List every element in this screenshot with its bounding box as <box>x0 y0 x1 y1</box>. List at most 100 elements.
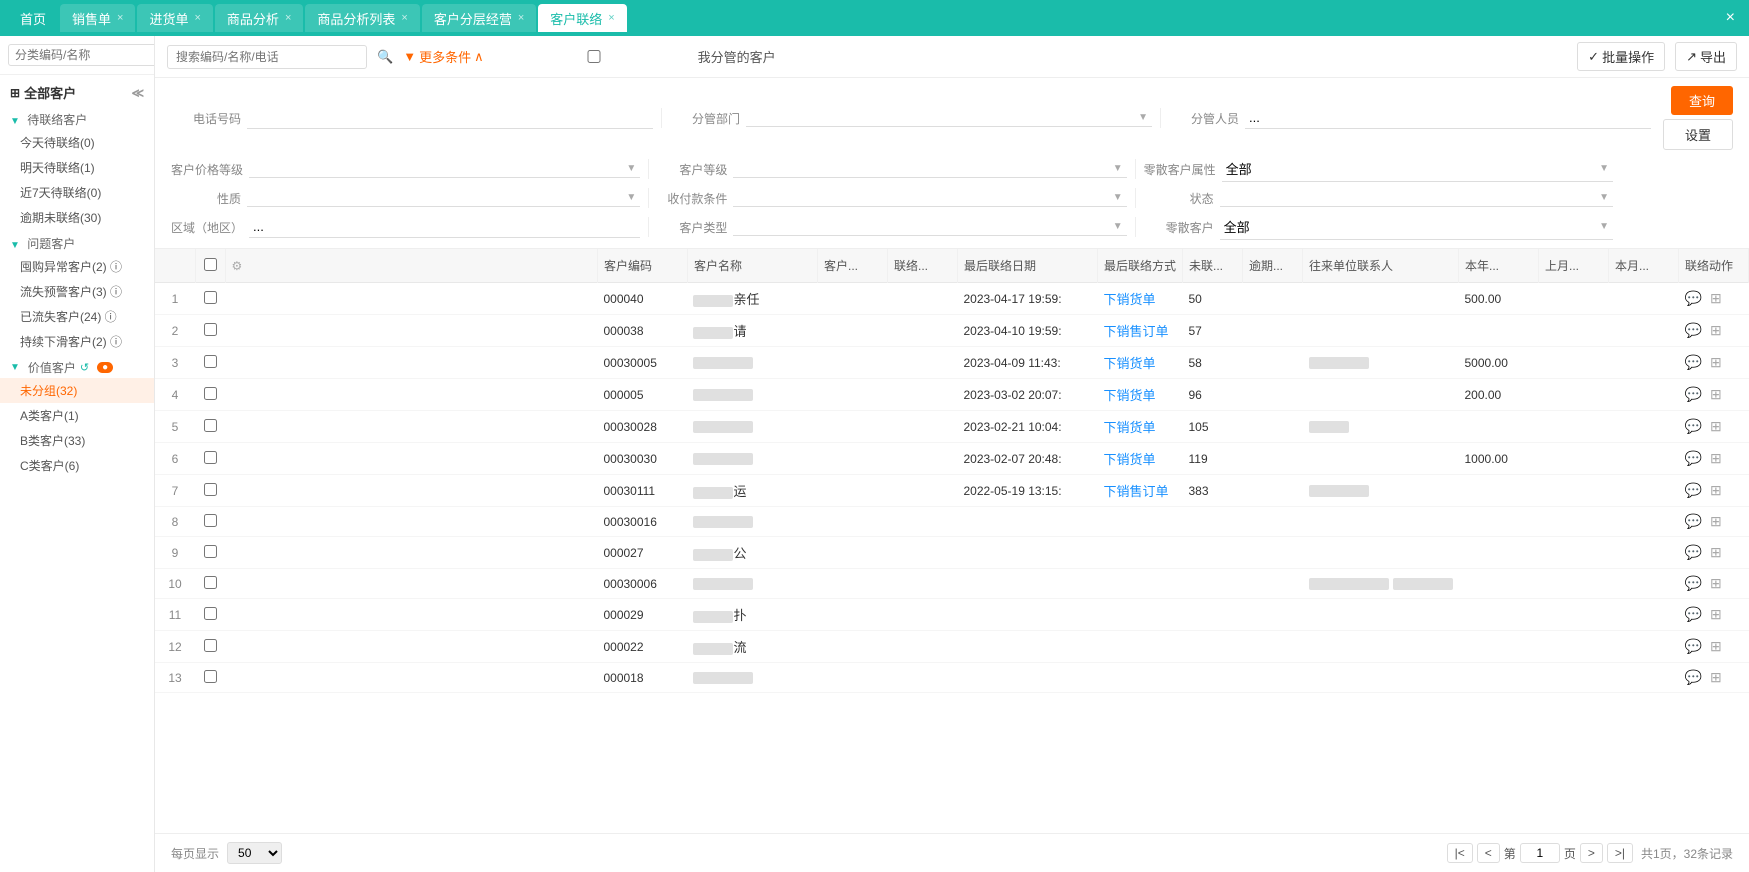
filter-phone-input[interactable] <box>247 108 653 129</box>
filter-region-select[interactable]: ... <box>249 216 640 238</box>
close-analysis-icon[interactable]: × <box>285 12 291 24</box>
col-name-header[interactable]: 客户名称 <box>687 249 817 283</box>
sidebar-item-today[interactable]: 今天待联络(0) <box>0 130 154 155</box>
grid-action-icon[interactable]: ⊞ <box>1710 482 1722 499</box>
tab-analysis-list[interactable]: 商品分析列表 × <box>305 4 419 32</box>
row-last-method-link[interactable]: 下销货单 <box>1103 292 1155 307</box>
filter-dept-select[interactable]: ▼ <box>746 109 1152 127</box>
filter-nature-select[interactable]: ▼ <box>247 189 640 207</box>
sidebar-search-input[interactable] <box>8 44 155 66</box>
grid-action-icon[interactable]: ⊞ <box>1710 450 1722 467</box>
grid-action-icon[interactable]: ⊞ <box>1710 575 1722 592</box>
tab-customer-segment[interactable]: 客户分层经营 × <box>422 4 536 32</box>
chat-icon[interactable]: 💬 <box>1685 322 1702 339</box>
col-method-header[interactable]: 最后联络方式 <box>1097 249 1182 283</box>
sidebar-item-b-class[interactable]: B类客户(33) <box>0 428 154 453</box>
chat-icon[interactable]: 💬 <box>1685 450 1702 467</box>
grid-action-icon[interactable]: ⊞ <box>1710 322 1722 339</box>
chat-icon[interactable]: 💬 <box>1685 513 1702 530</box>
sidebar-item-c-class[interactable]: C类客户(6) <box>0 453 154 478</box>
my-customers-checkbox[interactable] <box>494 50 694 63</box>
sidebar-item-declining[interactable]: 持续下滑客户(2) ⓘ <box>0 329 154 354</box>
sidebar-item-lostwarning[interactable]: 流失预警客户(3) ⓘ <box>0 279 154 304</box>
filter-price-grade-select[interactable]: ▼ <box>249 160 640 178</box>
sidebar-item-lost[interactable]: 已流失客户(24) ⓘ <box>0 304 154 329</box>
tab-purchase[interactable]: 进货单 × <box>137 4 212 32</box>
chat-icon[interactable]: 💬 <box>1685 418 1702 435</box>
row-last-method-link[interactable]: 下销货单 <box>1103 388 1155 403</box>
tab-sales[interactable]: 销售单 × <box>60 4 135 32</box>
tab-analysis[interactable]: 商品分析 × <box>215 4 303 32</box>
row-checkbox[interactable] <box>204 607 217 620</box>
col-settings-header[interactable]: ⚙ <box>225 249 597 283</box>
sidebar-all-customers[interactable]: ⊞ 全部客户 ≪ <box>0 75 154 106</box>
per-page-select[interactable]: 50 20 100 <box>227 842 282 864</box>
col-partner-header[interactable]: 往来单位联系人 <box>1303 249 1459 283</box>
prev-page-btn[interactable]: < <box>1477 843 1500 863</box>
col-lastmonth-header[interactable]: 上月... <box>1539 249 1609 283</box>
last-page-btn[interactable]: >| <box>1607 843 1633 863</box>
grid-action-icon[interactable]: ⊞ <box>1710 669 1722 686</box>
close-sales-icon[interactable]: × <box>117 12 123 24</box>
filter-retail-attr-select[interactable]: 全部 ▼ <box>1222 156 1613 182</box>
row-checkbox[interactable] <box>204 291 217 304</box>
first-page-btn[interactable]: |< <box>1447 843 1473 863</box>
chat-icon[interactable]: 💬 <box>1685 638 1702 655</box>
chat-icon[interactable]: 💬 <box>1685 386 1702 403</box>
close-customer-contact-icon[interactable]: × <box>608 12 614 24</box>
window-close-button[interactable]: × <box>1720 9 1741 27</box>
close-analysis-list-icon[interactable]: × <box>401 12 407 24</box>
col-contact-header[interactable]: 联络... <box>887 249 957 283</box>
close-purchase-icon[interactable]: × <box>194 12 200 24</box>
tab-home[interactable]: 首页 <box>8 4 58 32</box>
grid-action-icon[interactable]: ⊞ <box>1710 418 1722 435</box>
chat-icon[interactable]: 💬 <box>1685 575 1702 592</box>
tab-customer-contact[interactable]: 客户联络 × <box>538 4 626 32</box>
sidebar-item-tomorrow[interactable]: 明天待联络(1) <box>0 155 154 180</box>
row-checkbox[interactable] <box>204 670 217 683</box>
batch-op-button[interactable]: ✓ 批量操作 <box>1577 42 1665 71</box>
filter-customer-type-select[interactable]: ▼ <box>733 218 1126 236</box>
row-checkbox[interactable] <box>204 451 217 464</box>
row-checkbox[interactable] <box>204 323 217 336</box>
filter-retail-select[interactable]: 全部 ▼ <box>1220 214 1613 240</box>
row-checkbox[interactable] <box>204 639 217 652</box>
row-checkbox[interactable] <box>204 387 217 400</box>
row-checkbox[interactable] <box>204 483 217 496</box>
grid-action-icon[interactable]: ⊞ <box>1710 354 1722 371</box>
sidebar-collapse-btn[interactable]: ≪ <box>131 86 144 100</box>
row-last-method-link[interactable]: 下销售订单 <box>1103 324 1168 339</box>
row-last-method-link[interactable]: 下销货单 <box>1103 452 1155 467</box>
chat-icon[interactable]: 💬 <box>1685 544 1702 561</box>
grid-action-icon[interactable]: ⊞ <box>1710 638 1722 655</box>
col-over-header[interactable]: 逾期... <box>1243 249 1303 283</box>
search-bar-icon[interactable]: 🔍 <box>377 49 393 65</box>
chat-icon[interactable]: 💬 <box>1685 669 1702 686</box>
grid-action-icon[interactable]: ⊞ <box>1710 290 1722 307</box>
reset-button[interactable]: 设置 <box>1663 119 1733 150</box>
refresh-icon[interactable]: ↺ <box>80 361 89 374</box>
chat-icon[interactable]: 💬 <box>1685 290 1702 307</box>
filter-status-select[interactable]: ▼ <box>1220 189 1613 207</box>
search-input[interactable] <box>167 45 367 69</box>
row-checkbox[interactable] <box>204 514 217 527</box>
row-last-method-link[interactable]: 下销售订单 <box>1103 484 1168 499</box>
col-year-header[interactable]: 本年... <box>1459 249 1539 283</box>
export-button[interactable]: ↗ 导出 <box>1675 42 1737 71</box>
chat-icon[interactable]: 💬 <box>1685 606 1702 623</box>
page-input[interactable] <box>1520 843 1560 863</box>
next-page-btn[interactable]: > <box>1580 843 1603 863</box>
sidebar-item-7days[interactable]: 近7天待联络(0) <box>0 180 154 205</box>
sidebar-item-overdue[interactable]: 逾期未联络(30) <box>0 205 154 230</box>
row-checkbox[interactable] <box>204 419 217 432</box>
row-last-method-link[interactable]: 下销货单 <box>1103 356 1155 371</box>
sidebar-item-a-class[interactable]: A类客户(1) <box>0 403 154 428</box>
filter-customer-grade-select[interactable]: ▼ <box>733 160 1126 178</box>
more-filters-btn[interactable]: ▼ 更多条件 ∧ <box>403 47 483 66</box>
grid-action-icon[interactable]: ⊞ <box>1710 513 1722 530</box>
close-customer-segment-icon[interactable]: × <box>518 12 524 24</box>
grid-action-icon[interactable]: ⊞ <box>1710 386 1722 403</box>
col-type-header[interactable]: 客户... <box>817 249 887 283</box>
my-customers-checkbox-label[interactable]: 我分管的客户 <box>494 47 776 66</box>
filter-person-select[interactable]: ... <box>1245 107 1651 129</box>
